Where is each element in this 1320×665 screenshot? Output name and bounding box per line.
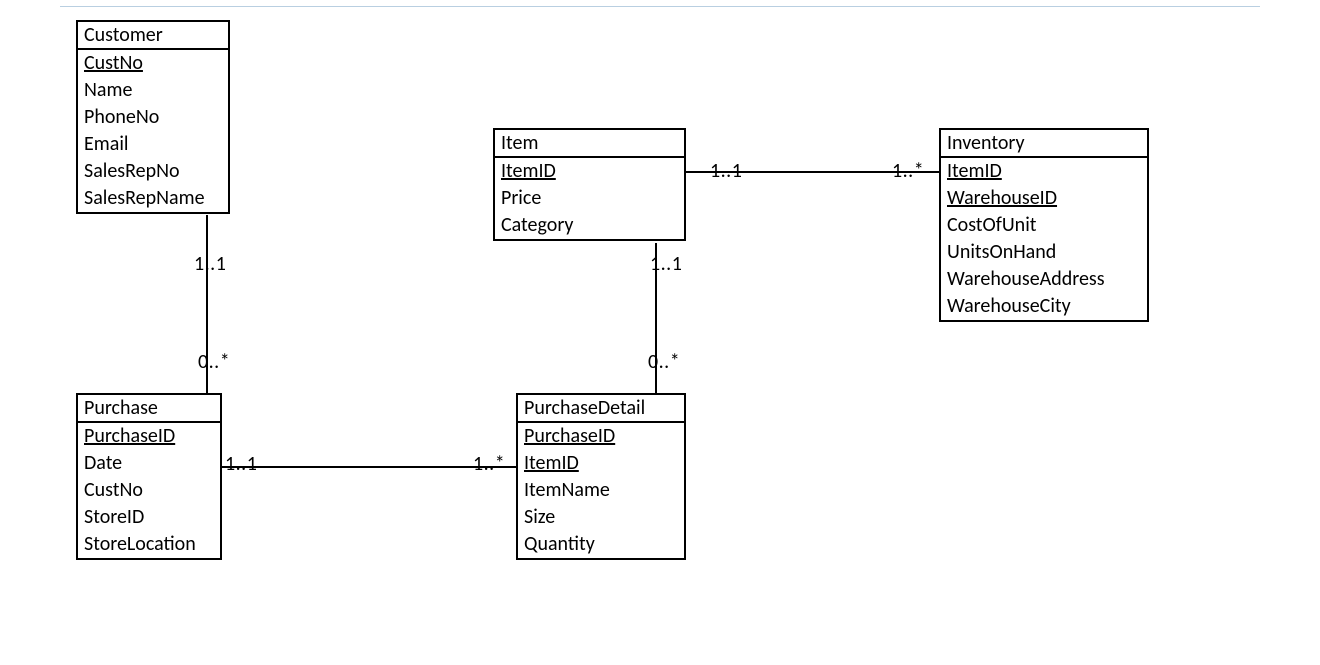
attr: Date — [78, 450, 220, 477]
attr: SalesRepName — [78, 185, 228, 212]
attr: StoreID — [78, 504, 220, 531]
attr: Size — [518, 504, 684, 531]
attr: Quantity — [518, 531, 684, 558]
attr: Price — [495, 185, 684, 212]
attr-key: WarehouseID — [941, 185, 1147, 212]
multiplicity-label: 0..* — [648, 351, 680, 373]
entity-inventory: Inventory ItemID WarehouseID CostOfUnit … — [939, 128, 1149, 322]
entity-attrs: CustNo Name PhoneNo Email SalesRepNo Sal… — [78, 50, 228, 212]
attr: CostOfUnit — [941, 212, 1147, 239]
attr-key: ItemID — [518, 450, 684, 477]
attr-key: ItemID — [941, 158, 1147, 185]
attr-key: CustNo — [78, 50, 228, 77]
attr: WarehouseAddress — [941, 266, 1147, 293]
attr: PhoneNo — [78, 104, 228, 131]
entity-title: Purchase — [78, 395, 220, 423]
attr: WarehouseCity — [941, 293, 1147, 320]
diagram-canvas: Customer CustNo Name PhoneNo Email Sales… — [0, 0, 1320, 665]
entity-customer: Customer CustNo Name PhoneNo Email Sales… — [76, 20, 230, 214]
attr: Email — [78, 131, 228, 158]
attr: CustNo — [78, 477, 220, 504]
attr: ItemName — [518, 477, 684, 504]
attr: Name — [78, 77, 228, 104]
multiplicity-label: 1..1 — [194, 253, 226, 275]
entity-title: Inventory — [941, 130, 1147, 158]
entity-attrs: PurchaseID Date CustNo StoreID StoreLoca… — [78, 423, 220, 558]
multiplicity-label: 1..1 — [650, 253, 682, 275]
multiplicity-label: 1..* — [473, 453, 505, 475]
attr: Category — [495, 212, 684, 239]
multiplicity-label: 0..* — [198, 351, 230, 373]
entity-title: Customer — [78, 22, 228, 50]
multiplicity-label: 1..* — [892, 160, 924, 182]
entity-title: Item — [495, 130, 684, 158]
attr-key: PurchaseID — [518, 423, 684, 450]
attr: StoreLocation — [78, 531, 220, 558]
multiplicity-label: 1..1 — [225, 453, 257, 475]
entity-purchase: Purchase PurchaseID Date CustNo StoreID … — [76, 393, 222, 560]
entity-attrs: PurchaseID ItemID ItemName Size Quantity — [518, 423, 684, 558]
entity-attrs: ItemID WarehouseID CostOfUnit UnitsOnHan… — [941, 158, 1147, 320]
page-top-rule — [60, 6, 1260, 7]
entity-purchasedetail: PurchaseDetail PurchaseID ItemID ItemNam… — [516, 393, 686, 560]
attr: UnitsOnHand — [941, 239, 1147, 266]
entity-item: Item ItemID Price Category — [493, 128, 686, 241]
multiplicity-label: 1..1 — [710, 160, 742, 182]
attr-key: PurchaseID — [78, 423, 220, 450]
connector-purchase-purchasedetail — [222, 466, 516, 468]
entity-title: PurchaseDetail — [518, 395, 684, 423]
attr: SalesRepNo — [78, 158, 228, 185]
entity-attrs: ItemID Price Category — [495, 158, 684, 239]
attr-key: ItemID — [495, 158, 684, 185]
